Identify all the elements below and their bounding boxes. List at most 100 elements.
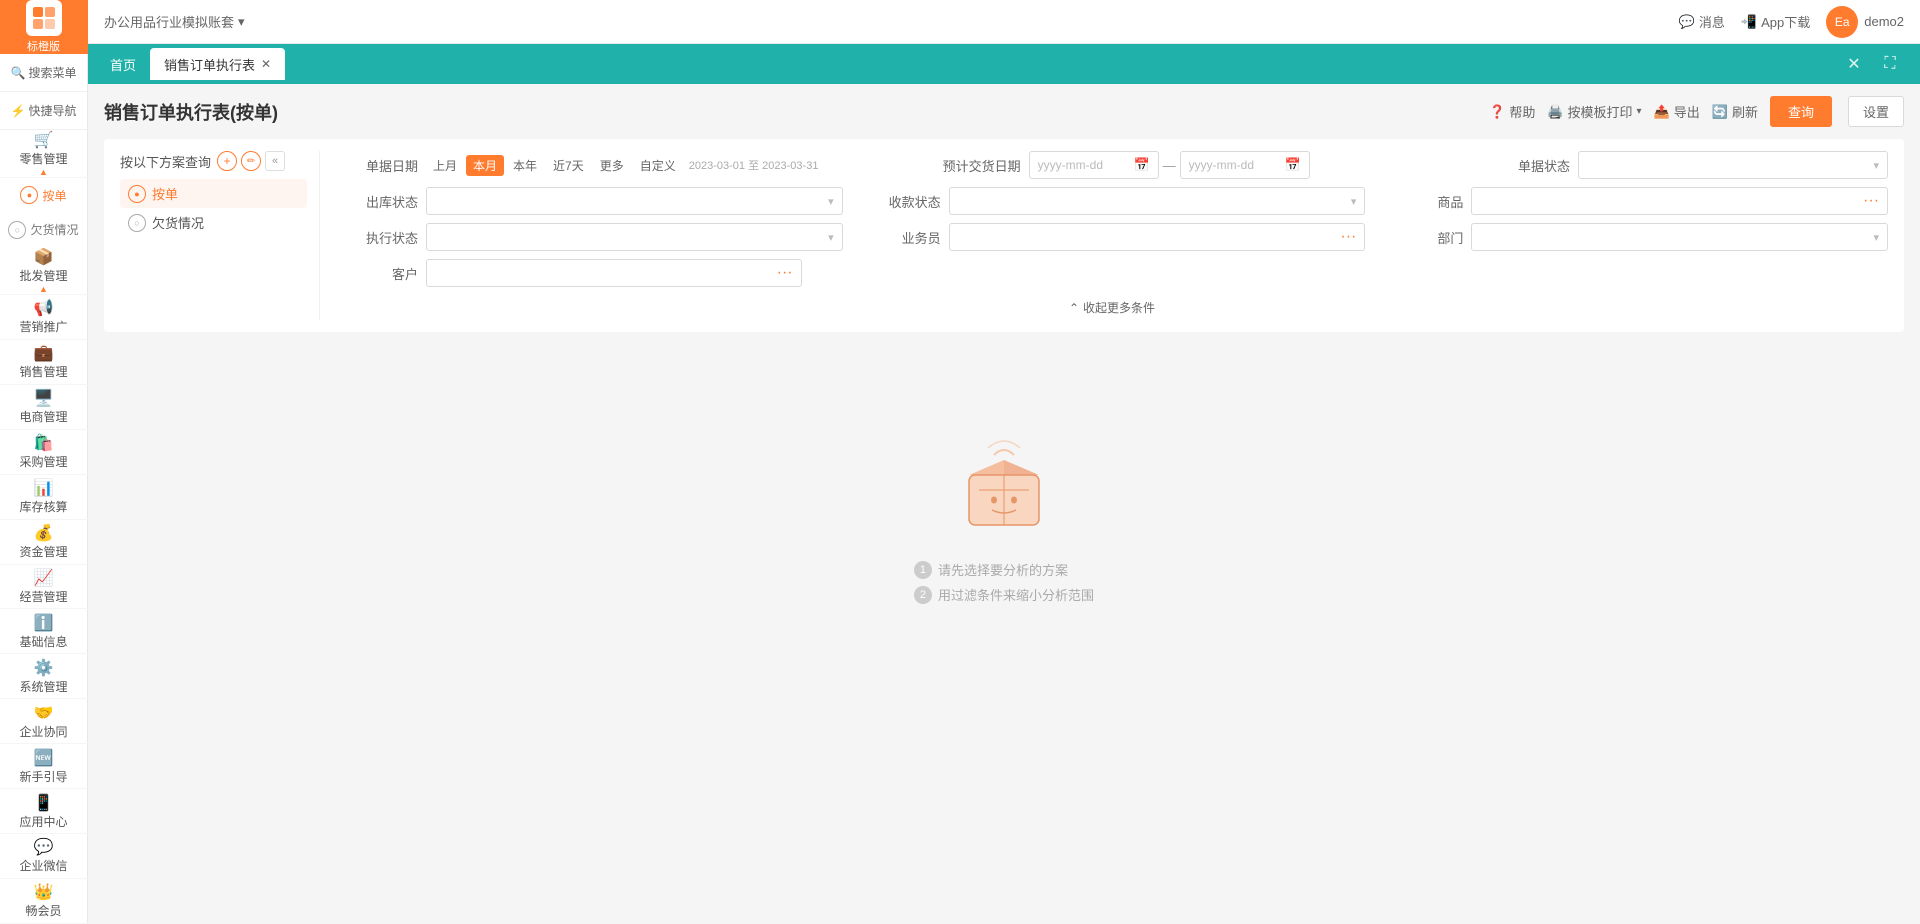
debt-label: 欠货情况 xyxy=(30,221,78,238)
finance-label: 资金管理 xyxy=(19,543,67,560)
tip-num-2: 2 xyxy=(914,586,932,604)
sidebar-item-appstore[interactable]: 📱 应用中心 xyxy=(0,789,88,834)
customer-dots-icon[interactable]: ··· xyxy=(777,264,793,282)
scheme-debt[interactable]: ○ 欠货情况 xyxy=(120,208,307,237)
date-tab-last7[interactable]: 近7天 xyxy=(546,155,591,176)
order-label: 按单 xyxy=(42,187,66,204)
exec-status-arrow: ▾ xyxy=(828,231,834,244)
export-btn[interactable]: 📤 导出 xyxy=(1654,102,1700,121)
sales-icon: 💼 xyxy=(34,343,54,363)
collapse-chevron-icon: ⌃ xyxy=(1069,301,1079,315)
tab-close-btn[interactable]: ✕ xyxy=(261,57,271,71)
window-maximize-btn[interactable]: ⛶ xyxy=(1876,50,1904,78)
tab-home[interactable]: 首页 xyxy=(96,48,150,80)
expected-date-end-input[interactable]: yyyy-mm-dd 📅 xyxy=(1180,151,1310,179)
refresh-btn[interactable]: 🔄 刷新 xyxy=(1712,102,1758,121)
tip-item-1: 1 请先选择要分析的方案 xyxy=(914,560,1094,579)
basic-label: 基础信息 xyxy=(19,633,67,650)
salesperson-select[interactable]: ··· xyxy=(949,223,1366,251)
date-tab-prev-month[interactable]: 上月 xyxy=(426,155,464,176)
sidebar-quick-nav[interactable]: ⚡ 快捷导航 xyxy=(0,92,88,130)
department-select[interactable]: ▾ xyxy=(1471,223,1888,251)
tip-item-2: 2 用过滤条件来缩小分析范围 xyxy=(914,585,1094,604)
sidebar-item-ecommerce[interactable]: 🖥️ 电商管理 xyxy=(0,385,88,430)
scheme-order[interactable]: ● 按单 xyxy=(120,179,307,208)
messages-btn[interactable]: 💬 消息 xyxy=(1679,12,1725,31)
help-btn[interactable]: ❓ 帮助 xyxy=(1489,102,1535,121)
sidebar-sub-debt[interactable]: ○ 欠货情况 xyxy=(0,213,88,247)
sidebar-search[interactable]: 🔍 搜索菜单 xyxy=(0,54,88,92)
sidebar-item-member[interactable]: 👑 畅会员 xyxy=(0,879,88,924)
collapse-btn[interactable]: ⌃ 收起更多条件 xyxy=(1069,299,1155,316)
collapse-row: ⌃ 收起更多条件 xyxy=(336,295,1888,320)
date-tab-this-year[interactable]: 本年 xyxy=(506,155,544,176)
sidebar-item-wechat[interactable]: 💬 企业微信 xyxy=(0,834,88,879)
field-exec-status: 执行状态 ▾ xyxy=(336,223,843,251)
sidebar: 标橙版 🔍 搜索菜单 ⚡ 快捷导航 🛒 零售管理 ▲ ● 按单 ○ 欠货情况 📦… xyxy=(0,0,88,924)
debt-icon: ○ xyxy=(8,221,26,239)
goods-select[interactable]: ··· xyxy=(1471,187,1888,215)
sidebar-item-system[interactable]: ⚙️ 系统管理 xyxy=(0,654,88,699)
query-btn[interactable]: 查询 xyxy=(1770,96,1832,127)
sidebar-item-marketing[interactable]: 📢 营销推广 xyxy=(0,295,88,340)
page-actions: ❓ 帮助 🖨️ 按模板打印 ▾ 📤 导出 🔄 刷新 查询 设置 xyxy=(1489,96,1904,127)
app-download-btn[interactable]: 📲 App下载 xyxy=(1741,12,1810,31)
field-shipment: 出库状态 ▾ xyxy=(336,187,843,215)
window-close-btn[interactable]: ✕ xyxy=(1840,50,1868,78)
topbar-title-arrow[interactable]: ▾ xyxy=(238,14,245,30)
add-scheme-btn[interactable]: + xyxy=(217,151,237,171)
user-profile[interactable]: Ea demo2 xyxy=(1826,6,1904,38)
sidebar-item-basic[interactable]: ℹ️ 基础信息 xyxy=(0,609,88,654)
retail-label: 零售管理 xyxy=(19,150,67,167)
sidebar-item-wholesale[interactable]: 📦 批发管理 ▲ xyxy=(0,247,88,295)
app-download-label: App下载 xyxy=(1761,12,1810,31)
print-icon: 🖨️ xyxy=(1547,104,1563,120)
payment-select[interactable]: ▾ xyxy=(949,187,1366,215)
calendar-end-icon: 📅 xyxy=(1284,157,1300,173)
messages-label: 消息 xyxy=(1699,12,1725,31)
status-select[interactable]: ▾ xyxy=(1578,151,1888,179)
date-tab-this-month[interactable]: 本月 xyxy=(466,155,504,176)
sidebar-item-inventory[interactable]: 📊 库存核算 xyxy=(0,475,88,520)
salesperson-dots-icon[interactable]: ··· xyxy=(1340,228,1356,246)
print-btn[interactable]: 🖨️ 按模板打印 ▾ xyxy=(1547,102,1641,121)
sidebar-item-newbie[interactable]: 🆕 新手引导 xyxy=(0,744,88,789)
date-tab-custom[interactable]: 自定义 xyxy=(633,155,683,176)
sidebar-item-finance[interactable]: 💰 资金管理 xyxy=(0,520,88,565)
finance-icon: 💰 xyxy=(34,523,54,543)
goods-dots-icon[interactable]: ··· xyxy=(1863,192,1879,210)
settings-btn[interactable]: 设置 xyxy=(1848,96,1904,127)
appstore-label: 应用中心 xyxy=(19,813,67,830)
user-name: demo2 xyxy=(1864,14,1904,29)
quick-nav-icon: ⚡ xyxy=(11,104,26,118)
expected-date-start-input[interactable]: yyyy-mm-dd 📅 xyxy=(1029,151,1159,179)
system-icon: ⚙️ xyxy=(34,658,54,678)
sidebar-item-corp[interactable]: 🤝 企业协同 xyxy=(0,699,88,744)
shipment-select[interactable]: ▾ xyxy=(426,187,843,215)
wechat-icon: 💬 xyxy=(34,837,54,857)
wholesale-icon: 📦 xyxy=(34,247,54,267)
date-tab-more[interactable]: 更多 xyxy=(593,155,631,176)
date-range-display: 2023-03-01 至 2023-03-31 xyxy=(689,157,819,173)
collapse-scheme-btn[interactable]: « xyxy=(265,151,285,171)
exec-status-select[interactable]: ▾ xyxy=(426,223,843,251)
sidebar-sub-order[interactable]: ● 按单 xyxy=(0,178,88,212)
app-logo[interactable]: 标橙版 xyxy=(0,0,88,54)
logo-text: 标橙版 xyxy=(27,38,60,54)
edit-scheme-btn[interactable]: ✏ xyxy=(241,151,261,171)
sidebar-item-operation[interactable]: 📈 经营管理 xyxy=(0,565,88,610)
wechat-label: 企业微信 xyxy=(19,857,67,874)
date-range-sep: 至 xyxy=(748,160,762,172)
field-salesperson: 业务员 ··· xyxy=(859,223,1366,251)
tab-sales-exec[interactable]: 销售订单执行表 ✕ xyxy=(150,48,285,80)
sidebar-item-retail[interactable]: 🛒 零售管理 ▲ xyxy=(0,130,88,178)
customer-select[interactable]: ··· xyxy=(426,259,802,287)
system-label: 系统管理 xyxy=(19,678,67,695)
retail-icon: 🛒 xyxy=(34,130,54,150)
sidebar-item-purchase[interactable]: 🛍️ 采购管理 xyxy=(0,430,88,475)
logo-icon xyxy=(26,0,62,36)
field-status: 单据状态 ▾ xyxy=(1488,151,1888,179)
scheme-order-icon: ● xyxy=(128,185,146,203)
sidebar-item-sales[interactable]: 💼 销售管理 xyxy=(0,340,88,385)
filter-right-panel: 单据日期 上月 本月 本年 近7天 更多 自定义 xyxy=(320,151,1888,320)
